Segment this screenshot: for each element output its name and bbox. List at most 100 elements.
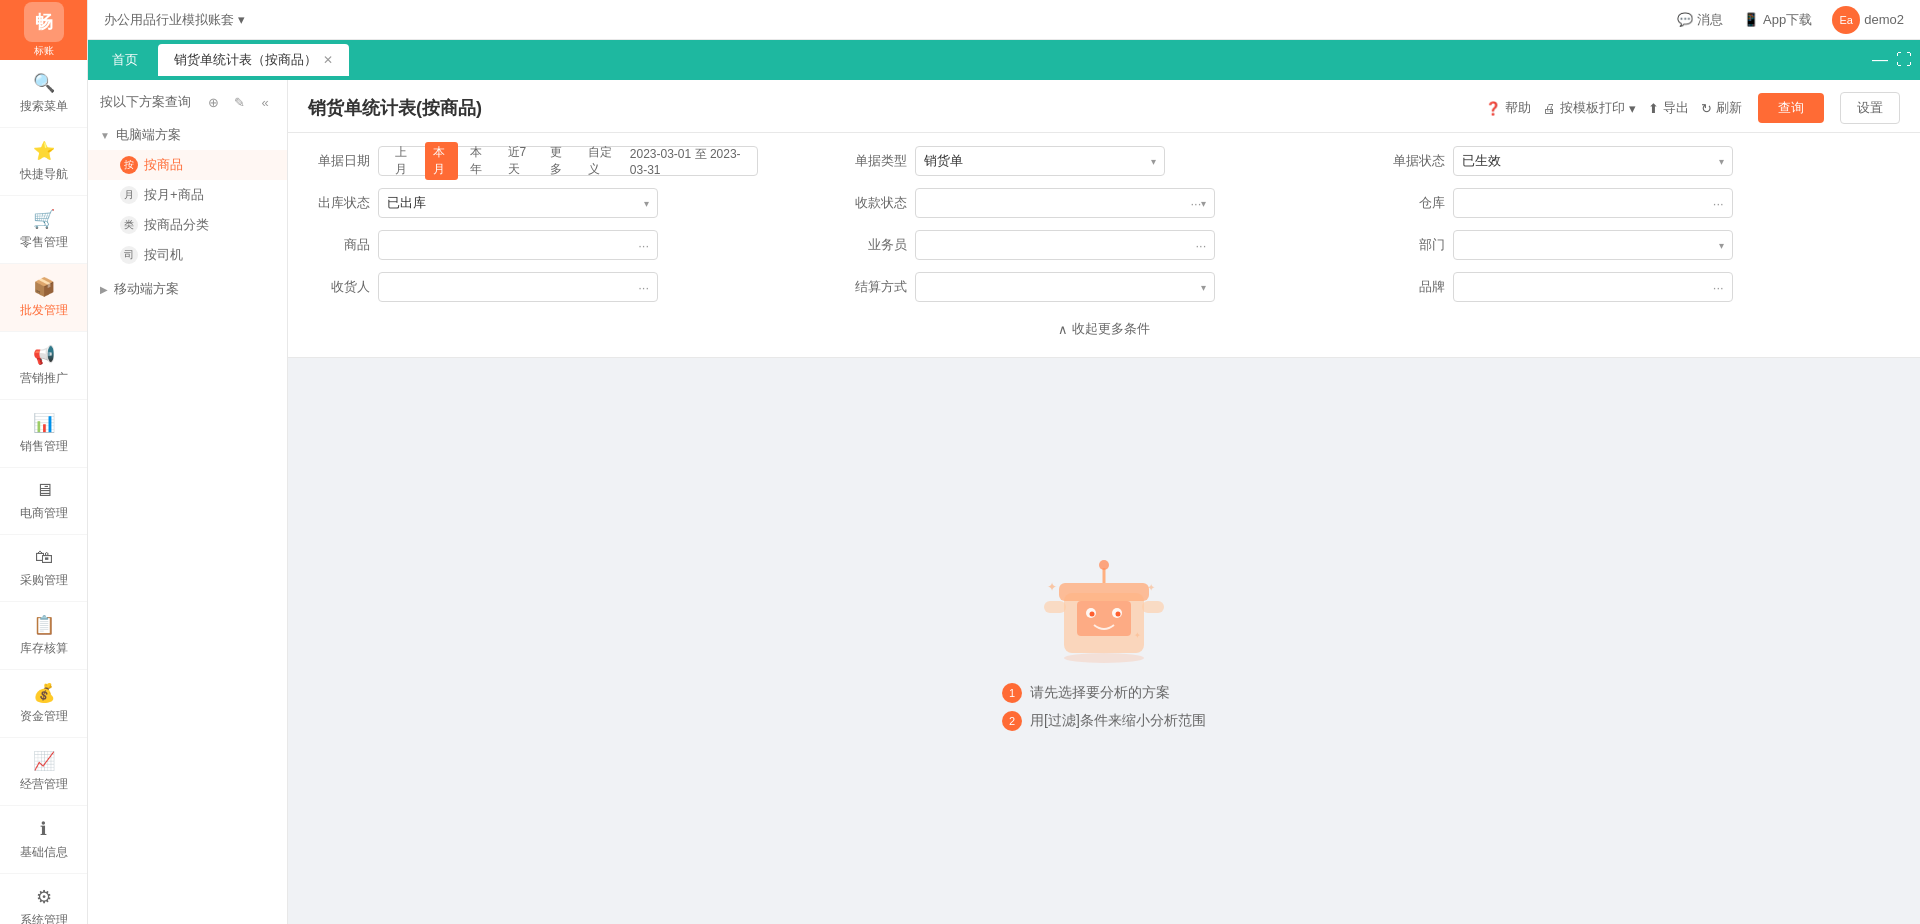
tab-home[interactable]: 首页	[96, 44, 154, 76]
sidebar-item-operations[interactable]: 📈 经营管理	[0, 738, 87, 806]
receiver-dropdown[interactable]: ···	[378, 272, 658, 302]
payment-status-dropdown[interactable]: ··· ▾	[915, 188, 1215, 218]
maximize-icon[interactable]: ⛶	[1896, 51, 1912, 69]
sidebar-item-marketing[interactable]: 📢 营销推广	[0, 332, 87, 400]
date-tab-last-month[interactable]: 上月	[387, 142, 421, 180]
linechart-icon: 📈	[4, 750, 83, 772]
tree-group-mobile: ▶ 移动端方案	[88, 274, 287, 304]
collapse-label: 收起更多条件	[1072, 320, 1150, 338]
warehouse-dots-icon[interactable]: ···	[1713, 196, 1724, 211]
product-dropdown[interactable]: ···	[378, 230, 658, 260]
collapse-icon: «	[261, 95, 268, 110]
header-right: 💬 消息 📱 App下载 Ea demo2	[1677, 6, 1904, 34]
step2-text: 用[过滤]条件来缩小分析范围	[1030, 712, 1206, 730]
message-btn[interactable]: 💬 消息	[1677, 11, 1723, 29]
sidebar-item-system[interactable]: ⚙ 系统管理	[0, 874, 87, 924]
collapse-row: ∧ 收起更多条件	[308, 313, 1900, 345]
sidebar-item-finance[interactable]: 💰 资金管理	[0, 670, 87, 738]
tree-item-by-product[interactable]: 按 按商品	[88, 150, 287, 180]
company-dropdown[interactable]: 办公用品行业模拟账套 ▾	[104, 11, 245, 29]
sidebar-item-purchase[interactable]: 🛍 采购管理	[0, 535, 87, 602]
top-header: 办公用品行业模拟账套 ▾ 💬 消息 📱 App下载 Ea demo2	[88, 0, 1920, 40]
date-filter-input[interactable]: 上月 本月 本年 近7天 更多 自定义 2023-03-01 至 2023-03…	[378, 146, 758, 176]
warehouse-dropdown[interactable]: ···	[1453, 188, 1733, 218]
tab-sales-stat[interactable]: 销货单统计表（按商品） ✕	[158, 44, 349, 76]
box-icon: 📦	[4, 276, 83, 298]
brand-dots-icon[interactable]: ···	[1713, 280, 1724, 295]
svg-point-6	[1090, 612, 1095, 617]
edit-scheme-btn[interactable]: ✎	[229, 92, 249, 112]
tree-group-mobile-header[interactable]: ▶ 移动端方案	[88, 274, 287, 304]
help-label: 帮助	[1505, 99, 1531, 117]
department-dropdown[interactable]: ▾	[1453, 230, 1733, 260]
filter-item-date: 单据日期 上月 本月 本年 近7天 更多 自定义 2023-03-01 至 20…	[308, 145, 825, 177]
svg-rect-3	[1077, 601, 1131, 636]
right-panel: 销货单统计表(按商品) ❓ 帮助 🖨 按模板打印 ▾	[288, 80, 1920, 924]
refresh-btn[interactable]: ↻ 刷新	[1701, 99, 1742, 117]
export-btn[interactable]: ⬆ 导出	[1648, 99, 1689, 117]
chart-icon: 📊	[4, 412, 83, 434]
payment-status-dots-icon[interactable]: ···	[1190, 196, 1201, 211]
setting-button[interactable]: 设置	[1840, 92, 1900, 124]
payment-method-dropdown[interactable]: ▾	[915, 272, 1215, 302]
template-print-label: 按模板打印	[1560, 99, 1625, 117]
sidebar-item-sales[interactable]: 📊 销售管理	[0, 400, 87, 468]
doc-status-dropdown[interactable]: 已生效 ▾	[1453, 146, 1733, 176]
refresh-label: 刷新	[1716, 99, 1742, 117]
tree-item-by-warehouse[interactable]: 司 按司机	[88, 240, 287, 270]
out-status-dropdown[interactable]: 已出库 ▾	[378, 188, 658, 218]
salesperson-dots-icon[interactable]: ···	[1195, 238, 1206, 253]
date-tab-custom[interactable]: 自定义	[580, 142, 622, 180]
sidebar-item-inventory[interactable]: 📋 库存核算	[0, 602, 87, 670]
sidebar-item-retail[interactable]: 🛒 零售管理	[0, 196, 87, 264]
edit-icon: ✎	[234, 95, 245, 110]
step2-num: 2	[1002, 711, 1022, 731]
template-print-btn[interactable]: 🖨 按模板打印 ▾	[1543, 99, 1636, 117]
add-icon: ⊕	[208, 95, 219, 110]
sidebar-item-wholesale[interactable]: 📦 批发管理	[0, 264, 87, 332]
filter-item-payment-method: 结算方式 ▾	[845, 271, 1362, 303]
date-tab-current-year[interactable]: 本年	[462, 142, 496, 180]
help-btn[interactable]: ❓ 帮助	[1485, 99, 1531, 117]
sidebar-item-search[interactable]: 🔍 搜索菜单	[0, 60, 87, 128]
minimize-icon[interactable]: —	[1872, 51, 1888, 69]
svg-text:✦: ✦	[1047, 580, 1057, 594]
sidebar-label-purchase: 采购管理	[4, 572, 83, 589]
printer-icon: 🖨	[1543, 101, 1556, 116]
doc-type-dropdown[interactable]: 销货单 ▾	[915, 146, 1165, 176]
date-tab-current-month[interactable]: 本月	[425, 142, 459, 180]
filter-item-payment-status: 收款状态 ··· ▾	[845, 187, 1362, 219]
app-download-btn[interactable]: 📱 App下载	[1743, 11, 1812, 29]
date-tab-more[interactable]: 更多	[542, 142, 576, 180]
product-dots-icon[interactable]: ···	[638, 238, 649, 253]
collapse-panel-btn[interactable]: «	[255, 92, 275, 112]
salesperson-dropdown[interactable]: ···	[915, 230, 1215, 260]
sidebar-label-marketing: 营销推广	[4, 370, 83, 387]
search-icon: 🔍	[4, 72, 83, 94]
sidebar-menu: 🔍 搜索菜单 ⭐ 快捷导航 🛒 零售管理 📦 批发管理 📢 营销推广 📊 销售管…	[0, 60, 87, 924]
step1-num: 1	[1002, 683, 1022, 703]
brand-dropdown[interactable]: ···	[1453, 272, 1733, 302]
doc-status-value: 已生效	[1462, 152, 1501, 170]
scheme-icon-by-product: 按	[120, 156, 138, 174]
money-icon: 💰	[4, 682, 83, 704]
collapse-btn[interactable]: ∧ 收起更多条件	[1058, 313, 1150, 345]
sidebar-item-basic-info[interactable]: ℹ 基础信息	[0, 806, 87, 874]
tree-item-month-product[interactable]: 月 按月+商品	[88, 180, 287, 210]
user-profile[interactable]: Ea demo2	[1832, 6, 1904, 34]
chevron-doc-type-icon: ▾	[1151, 156, 1156, 167]
sidebar-label-sales: 销售管理	[4, 438, 83, 455]
receiver-dots-icon[interactable]: ···	[638, 280, 649, 295]
expand-arrow-mobile-icon: ▶	[100, 284, 108, 295]
tree-item-product-category[interactable]: 类 按商品分类	[88, 210, 287, 240]
date-range-display: 2023-03-01 至 2023-03-31	[630, 146, 749, 177]
tree-group-pc-header[interactable]: ▼ 电脑端方案	[88, 120, 287, 150]
shopping-icon: 🛍	[4, 547, 83, 568]
date-tab-7days[interactable]: 近7天	[500, 142, 538, 180]
sidebar-item-quick-nav[interactable]: ⭐ 快捷导航	[0, 128, 87, 196]
cart-icon: 🛒	[4, 208, 83, 230]
tab-close-icon[interactable]: ✕	[323, 53, 333, 67]
add-scheme-btn[interactable]: ⊕	[203, 92, 223, 112]
sidebar-item-ecommerce[interactable]: 🖥 电商管理	[0, 468, 87, 535]
query-button[interactable]: 查询	[1758, 93, 1824, 123]
